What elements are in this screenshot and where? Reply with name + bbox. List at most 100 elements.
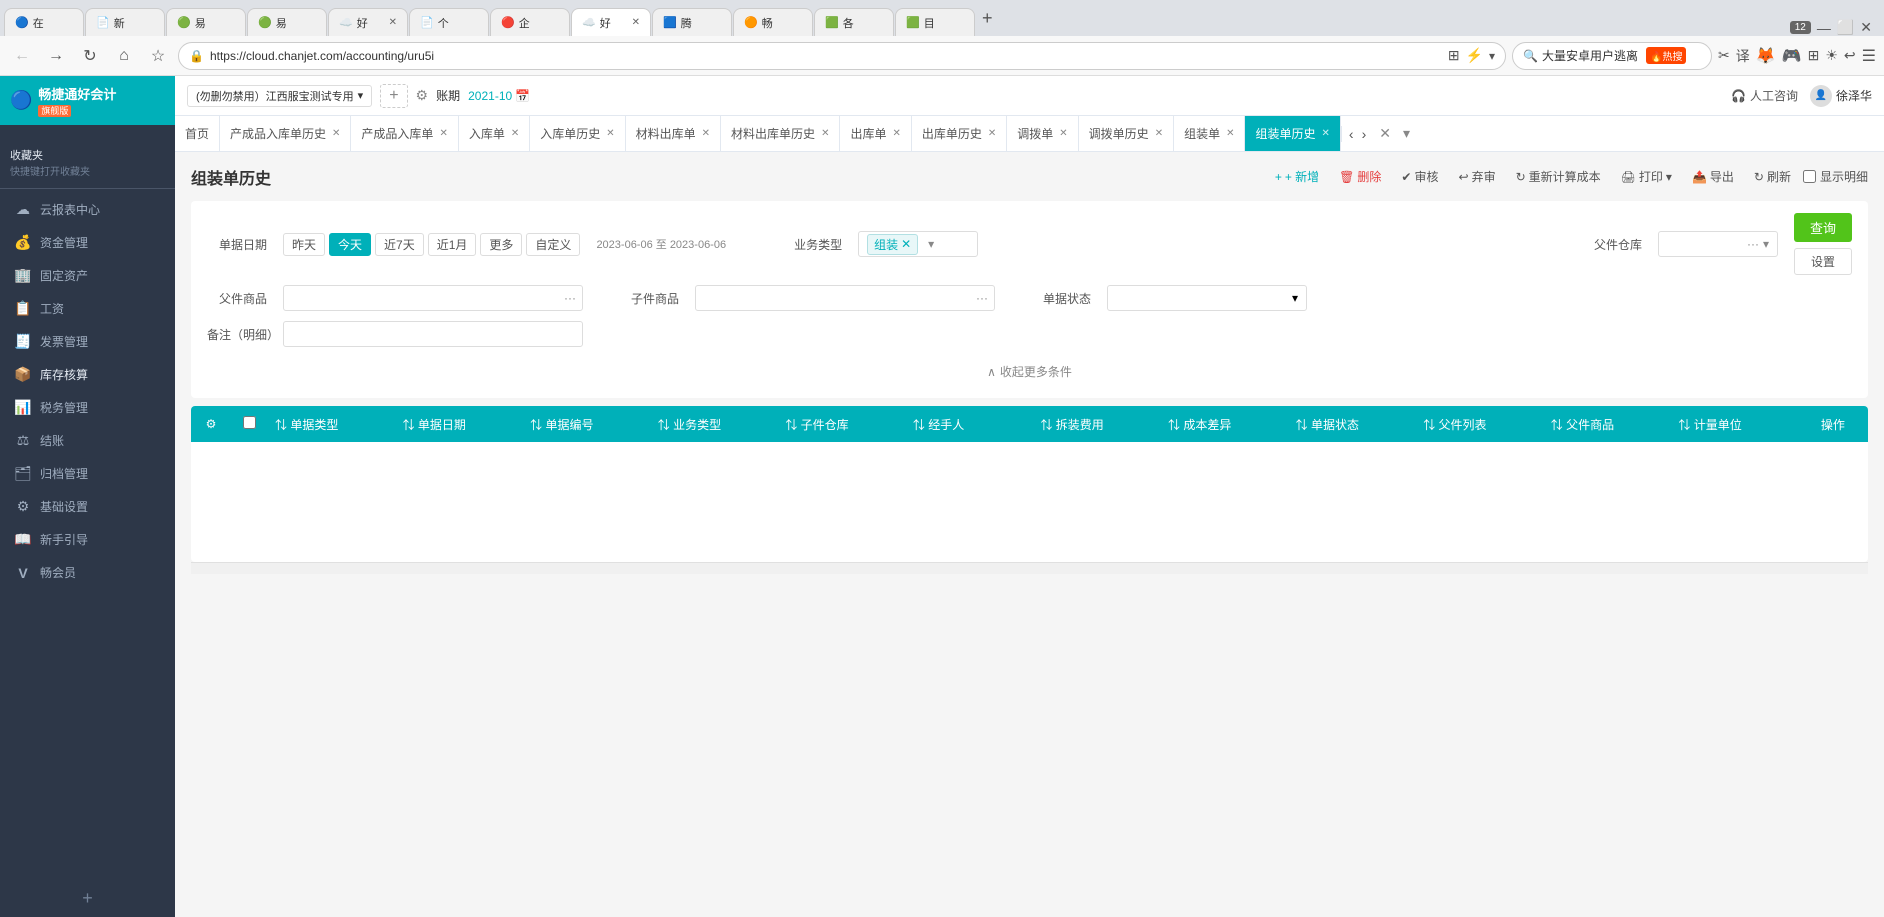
date-btn-more[interactable]: 更多 — [480, 233, 522, 256]
nav-tab-transfer-history[interactable]: 调拨单历史 ✕ — [1079, 116, 1174, 152]
nav-tab-assemble-history[interactable]: 组装单历史 ✕ — [1245, 116, 1340, 152]
browser-tab-6[interactable]: 📄 个 — [409, 8, 489, 36]
browser-tab-9[interactable]: 🟦 腾 — [652, 8, 732, 36]
export-button[interactable]: 📤 导出 — [1686, 164, 1740, 189]
game-icon[interactable]: 🎮 — [1782, 46, 1802, 66]
calendar-icon[interactable]: 📅 — [515, 89, 530, 103]
nav-tab-production-in-history[interactable]: 产成品入库单历史 ✕ — [220, 116, 351, 152]
new-tab-button[interactable]: + — [976, 8, 999, 29]
browser-tab-7[interactable]: 🔴 企 — [490, 8, 570, 36]
th-child-warehouse[interactable]: ⇅ 子件仓库 — [777, 416, 905, 433]
select-all-checkbox[interactable] — [243, 416, 256, 429]
sidebar-item-tax[interactable]: 📊 税务管理 — [0, 391, 175, 424]
sidebar-item-cloud-report[interactable]: ☁ 云报表中心 — [0, 193, 175, 226]
nav-tab-in[interactable]: 入库单 ✕ — [459, 116, 530, 152]
sidebar-item-invoice[interactable]: 🧾 发票管理 — [0, 325, 175, 358]
nav-tab-close-9[interactable]: ✕ — [1059, 128, 1067, 139]
settings-gear-button[interactable]: ⚙ — [416, 87, 429, 104]
sidebar-item-inventory[interactable]: 📦 库存核算 — [0, 358, 175, 391]
th-disassemble-fee[interactable]: ⇅ 拆装费用 — [1032, 416, 1160, 433]
th-bill-type[interactable]: ⇅ 单据类型 — [267, 416, 395, 433]
close-button[interactable]: ✕ — [1860, 19, 1872, 36]
nav-tab-close-7[interactable]: ✕ — [892, 128, 900, 139]
show-detail-input[interactable] — [1803, 170, 1816, 183]
th-settings[interactable]: ⚙ — [191, 417, 231, 431]
browser-tab-3[interactable]: 🟢 易 — [166, 8, 246, 36]
grid-icon[interactable]: ⊞ — [1808, 47, 1820, 64]
sidebar-item-fixed-assets[interactable]: 🏢 固定资产 — [0, 259, 175, 292]
address-bar[interactable]: 🔒 https://cloud.chanjet.com/accounting/u… — [178, 42, 1506, 70]
parent-warehouse-dropdown[interactable]: ··· ▾ — [1658, 231, 1778, 257]
th-handler[interactable]: ⇅ 经手人 — [905, 416, 1033, 433]
nav-tab-material-out-history[interactable]: 材料出库单历史 ✕ — [721, 116, 840, 152]
refresh-button[interactable]: ↻ 刷新 — [1748, 164, 1797, 189]
sidebar-favorites[interactable]: 收藏夹 快捷键打开收藏夹 — [0, 141, 175, 184]
scissors-icon[interactable]: ✂ — [1718, 47, 1730, 64]
tab-close-5[interactable]: ✕ — [389, 17, 397, 28]
sidebar-item-member[interactable]: V 畅会员 — [0, 556, 175, 589]
nav-tab-out-history[interactable]: 出库单历史 ✕ — [912, 116, 1007, 152]
nav-tab-close-3[interactable]: ✕ — [511, 128, 519, 139]
nav-tab-material-out[interactable]: 材料出库单 ✕ — [626, 116, 721, 152]
th-cost-diff[interactable]: ⇅ 成本差异 — [1160, 416, 1288, 433]
biz-type-tag-remove[interactable]: ✕ — [901, 237, 911, 251]
add-company-button[interactable]: + — [380, 84, 407, 108]
show-detail-checkbox[interactable]: 显示明细 — [1803, 168, 1868, 185]
translate-icon[interactable]: 译 — [1736, 46, 1750, 66]
collapse-button[interactable]: ∧ 收起更多条件 — [987, 357, 1072, 386]
notes-input[interactable] — [283, 321, 583, 347]
nav-tab-home[interactable]: 首页 — [175, 116, 220, 152]
lightning-icon[interactable]: ⚡ — [1466, 47, 1483, 64]
abandon-button[interactable]: ↩ 弃审 — [1453, 164, 1502, 189]
nav-tab-close-all[interactable]: ✕ — [1373, 125, 1397, 142]
nav-prev-button[interactable]: ‹ — [1346, 126, 1357, 142]
refresh-browser-button[interactable]: ↻ — [76, 42, 104, 70]
nav-tab-more-options[interactable]: ▾ — [1397, 125, 1416, 142]
dropdown-arrow[interactable]: ▾ — [1489, 49, 1495, 63]
nav-tab-close-1[interactable]: ✕ — [332, 128, 340, 139]
maximize-button[interactable]: ⬜ — [1837, 19, 1854, 36]
minimize-button[interactable]: — — [1817, 20, 1831, 36]
nav-tab-transfer[interactable]: 调拨单 ✕ — [1007, 116, 1078, 152]
qr-icon[interactable]: ⊞ — [1448, 47, 1460, 64]
nav-tab-out[interactable]: 出库单 ✕ — [840, 116, 911, 152]
nav-tab-production-in[interactable]: 产成品入库单 ✕ — [351, 116, 458, 152]
recalculate-button[interactable]: ↻ 重新计算成本 — [1510, 164, 1607, 189]
nav-next-button[interactable]: › — [1359, 126, 1370, 142]
browser-tab-4[interactable]: 🟢 易 — [247, 8, 327, 36]
browser-tab-10[interactable]: 🟠 畅 — [733, 8, 813, 36]
home-button[interactable]: ⌂ — [110, 42, 138, 70]
company-selector[interactable]: (勿删勿禁用）江西服宝测试专用 ▾ — [187, 85, 372, 107]
date-btn-today[interactable]: 今天 — [329, 233, 371, 256]
th-bill-status[interactable]: ⇅ 单据状态 — [1288, 416, 1416, 433]
nav-tab-close-10[interactable]: ✕ — [1155, 128, 1163, 139]
nav-tab-close-4[interactable]: ✕ — [606, 128, 614, 139]
th-bill-no[interactable]: ⇅ 单据编号 — [522, 416, 650, 433]
delete-button[interactable]: 🗑 删除 — [1333, 164, 1387, 189]
query-button[interactable]: 查询 — [1794, 213, 1852, 242]
browser-tab-12[interactable]: 🟩 目 — [895, 8, 975, 36]
date-btn-yesterday[interactable]: 昨天 — [283, 233, 325, 256]
sun-icon[interactable]: ☀ — [1825, 47, 1838, 64]
th-parent-list[interactable]: ⇅ 父件列表 — [1415, 416, 1543, 433]
th-unit[interactable]: ⇅ 计量单位 — [1670, 416, 1798, 433]
nav-tab-close-6[interactable]: ✕ — [821, 128, 829, 139]
menu-icon[interactable]: ☰ — [1862, 46, 1876, 66]
star-button[interactable]: ☆ — [144, 42, 172, 70]
tab-close-8[interactable]: ✕ — [632, 17, 640, 28]
bill-status-select[interactable]: ▾ — [1107, 285, 1307, 311]
sidebar-item-settings[interactable]: ⚙ 基础设置 — [0, 490, 175, 523]
support-button[interactable]: 🎧 人工咨询 — [1731, 87, 1798, 104]
undo-icon[interactable]: ↩ — [1844, 47, 1856, 64]
nav-tab-close-11[interactable]: ✕ — [1226, 128, 1234, 139]
parent-goods-input[interactable] — [290, 286, 564, 310]
sidebar-item-payroll[interactable]: 📋 工资 — [0, 292, 175, 325]
parent-warehouse-more-icon[interactable]: ··· — [1747, 237, 1759, 251]
forward-button[interactable]: → — [42, 42, 70, 70]
child-goods-more[interactable]: ··· — [976, 291, 988, 305]
sidebar-item-settlement[interactable]: ⚖ 结账 — [0, 424, 175, 457]
parent-goods-more[interactable]: ··· — [564, 291, 576, 305]
sidebar-item-archive[interactable]: 🗂 归档管理 — [0, 457, 175, 490]
audit-button[interactable]: ✔ 审核 — [1395, 164, 1444, 189]
date-btn-custom[interactable]: 自定义 — [526, 233, 580, 256]
